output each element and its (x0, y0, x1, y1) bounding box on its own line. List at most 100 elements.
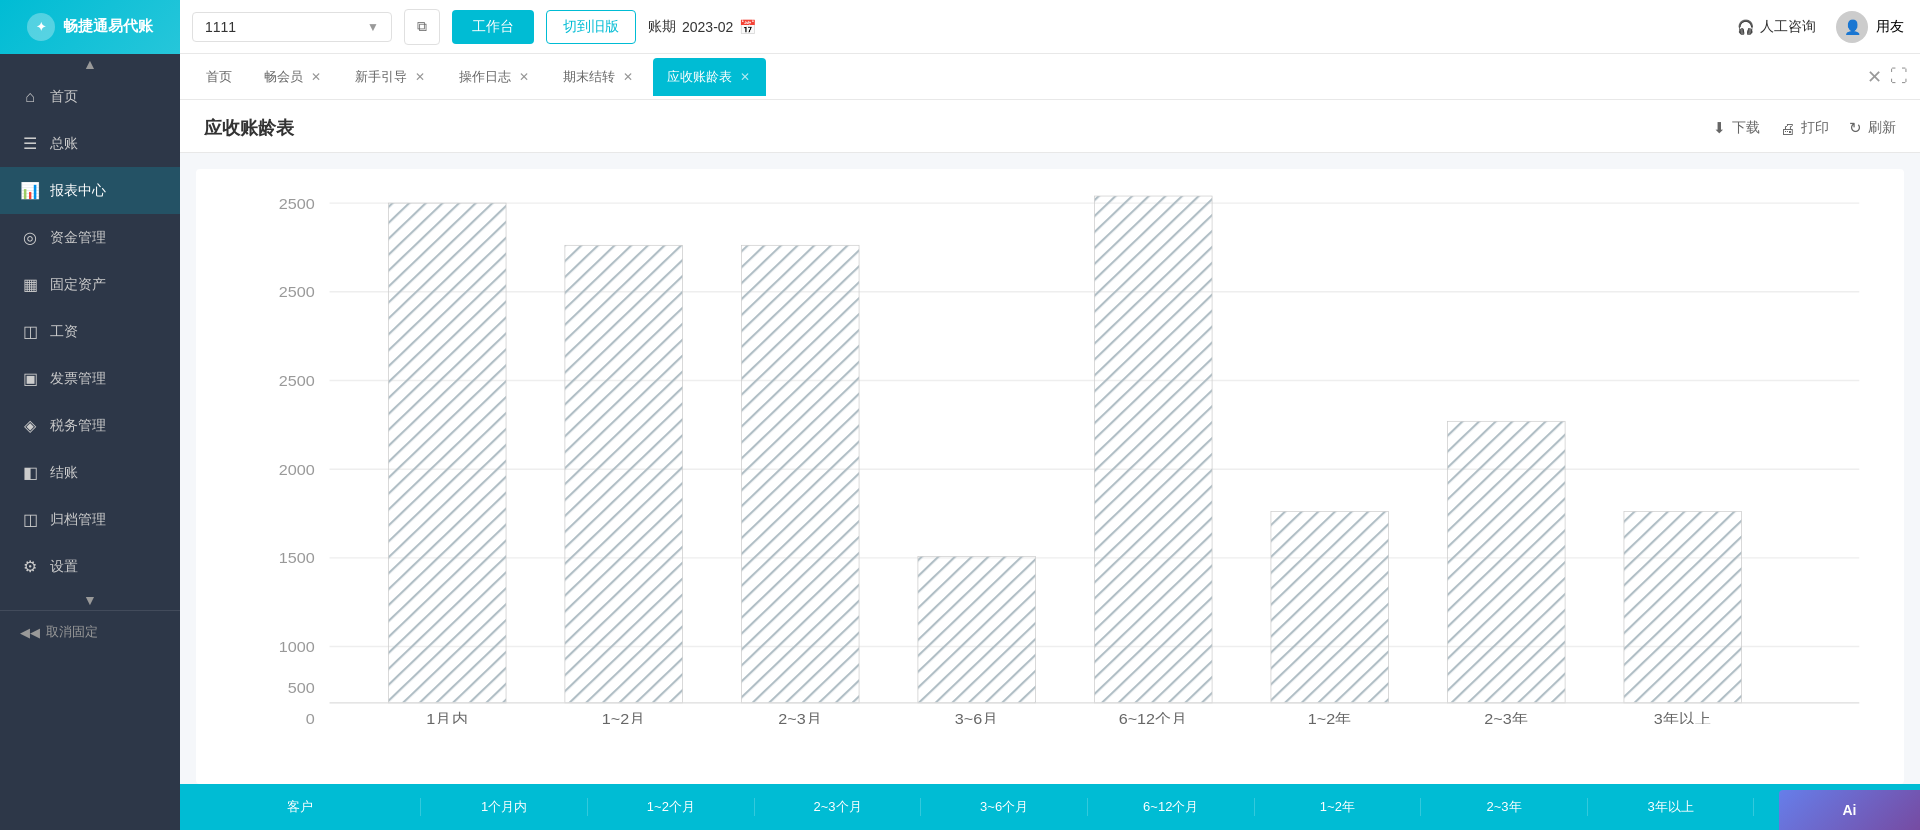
tab-member-close[interactable]: ✕ (309, 70, 323, 84)
switch-old-button[interactable]: 切到旧版 (546, 10, 636, 44)
period-value: 2023-02 (682, 19, 733, 35)
home-icon: ⌂ (20, 88, 40, 106)
settings-icon: ⚙ (20, 557, 40, 576)
workbench-button[interactable]: 工作台 (452, 10, 534, 44)
svg-rect-15 (388, 203, 506, 703)
svg-text:2~3月: 2~3月 (778, 710, 822, 724)
ai-label: Ai (1843, 802, 1857, 818)
sidebar-label-checkout: 结账 (50, 464, 78, 482)
sidebar-label-salary: 工资 (50, 323, 78, 341)
expand-button[interactable]: ⛶ (1890, 66, 1908, 87)
tab-guide-close[interactable]: ✕ (413, 70, 427, 84)
tab-home[interactable]: 首页 (192, 58, 246, 96)
tab-aging-label: 应收账龄表 (667, 68, 732, 86)
sidebar-scroll-down[interactable]: ▼ (0, 590, 180, 610)
user-area[interactable]: 👤 用友 (1836, 11, 1904, 43)
col-1month: 1个月内 (421, 798, 588, 816)
sidebar-scroll-up[interactable]: ▲ (0, 54, 180, 74)
tab-oplog-close[interactable]: ✕ (517, 70, 531, 84)
tabs-bar: 首页 畅会员 ✕ 新手引导 ✕ 操作日志 ✕ 期末结转 ✕ 应收账龄表 ✕ (180, 54, 1920, 100)
col-customer: 客户 (180, 798, 421, 816)
chart-container: 2500 2500 2500 2000 1500 1000 500 0 (196, 169, 1904, 784)
header-right: 🎧 人工咨询 👤 用友 (1737, 11, 1904, 43)
sidebar-label-settings: 设置 (50, 558, 78, 576)
svg-text:2500: 2500 (279, 372, 315, 389)
copy-button[interactable]: ⧉ (404, 9, 440, 45)
download-button[interactable]: ⬇ 下载 (1713, 119, 1760, 137)
tab-oplog-label: 操作日志 (459, 68, 511, 86)
print-label: 打印 (1801, 119, 1829, 137)
col-2-3years: 2~3年 (1421, 798, 1588, 816)
sidebar-item-checkout[interactable]: ◧ 结账 (0, 449, 180, 496)
sidebar-item-salary[interactable]: ◫ 工资 (0, 308, 180, 355)
sidebar-label-ledger: 总账 (50, 135, 78, 153)
print-button[interactable]: 🖨 打印 (1780, 119, 1829, 137)
svg-text:3~6月: 3~6月 (955, 710, 999, 724)
svg-text:2500: 2500 (279, 284, 315, 301)
svg-text:2~3年: 2~3年 (1484, 710, 1528, 724)
period-area: 账期 2023-02 📅 (648, 18, 756, 36)
refresh-icon: ↻ (1849, 119, 1862, 137)
svg-rect-20 (1271, 511, 1389, 702)
logo-text: 畅捷通易代账 (63, 17, 153, 36)
sidebar-item-assets[interactable]: ▦ 固定资产 (0, 261, 180, 308)
tab-oplog[interactable]: 操作日志 ✕ (445, 58, 545, 96)
svg-text:1000: 1000 (279, 639, 315, 656)
tab-member-label: 畅会员 (264, 68, 303, 86)
sidebar-label-reports: 报表中心 (50, 182, 106, 200)
table-header: 客户 1个月内 1~2个月 2~3个月 3~6个月 6~12个月 1~2年 2~… (180, 784, 1920, 830)
calendar-icon[interactable]: 📅 (739, 19, 756, 35)
tab-aging[interactable]: 应收账龄表 ✕ (653, 58, 766, 96)
main-layout: ▲ ⌂ 首页 ☰ 总账 📊 报表中心 ◎ 资金管理 ▦ 固定资产 ◫ 工资 ▣ … (0, 54, 1920, 830)
ai-bar[interactable]: Ai (1779, 790, 1920, 830)
ledger-icon: ☰ (20, 134, 40, 153)
logo-area: ✦ 畅捷通易代账 (0, 0, 180, 54)
col-6-12months: 6~12个月 (1088, 798, 1255, 816)
sidebar-item-settings[interactable]: ⚙ 设置 (0, 543, 180, 590)
svg-rect-21 (1447, 421, 1565, 703)
refresh-label: 刷新 (1868, 119, 1896, 137)
reports-icon: 📊 (20, 181, 40, 200)
checkout-icon: ◧ (20, 463, 40, 482)
tab-yearend-label: 期末结转 (563, 68, 615, 86)
avatar: 👤 (1836, 11, 1868, 43)
svg-rect-19 (1094, 196, 1212, 703)
page-title: 应收账龄表 (204, 116, 294, 140)
unpin-button[interactable]: ◀◀ 取消固定 (0, 610, 180, 653)
tab-yearend[interactable]: 期末结转 ✕ (549, 58, 649, 96)
page-content: 应收账龄表 ⬇ 下载 🖨 打印 ↻ 刷新 (180, 100, 1920, 830)
tab-guide[interactable]: 新手引导 ✕ (341, 58, 441, 96)
sidebar-label-archive: 归档管理 (50, 511, 106, 529)
tax-icon: ◈ (20, 416, 40, 435)
invoice-icon: ▣ (20, 369, 40, 388)
sidebar-item-ledger[interactable]: ☰ 总账 (0, 120, 180, 167)
tab-member[interactable]: 畅会员 ✕ (250, 58, 337, 96)
svg-text:6~12个月: 6~12个月 (1119, 710, 1188, 724)
tabs-actions: ✕ ⛶ (1867, 66, 1908, 88)
sidebar-item-funds[interactable]: ◎ 资金管理 (0, 214, 180, 261)
svg-text:2000: 2000 (279, 461, 315, 478)
tab-aging-close[interactable]: ✕ (738, 70, 752, 84)
sidebar-item-archive[interactable]: ◫ 归档管理 (0, 496, 180, 543)
consultation-label: 人工咨询 (1760, 18, 1816, 36)
sidebar-item-tax[interactable]: ◈ 税务管理 (0, 402, 180, 449)
page-header: 应收账龄表 ⬇ 下载 🖨 打印 ↻ 刷新 (180, 100, 1920, 153)
download-label: 下载 (1732, 119, 1760, 137)
svg-text:1月内: 1月内 (426, 710, 468, 724)
refresh-button[interactable]: ↻ 刷新 (1849, 119, 1896, 137)
download-icon: ⬇ (1713, 119, 1726, 137)
tab-yearend-close[interactable]: ✕ (621, 70, 635, 84)
sidebar-item-reports[interactable]: 📊 报表中心 (0, 167, 180, 214)
col-3plus-years: 3年以上 (1588, 798, 1755, 816)
period-label: 账期 (648, 18, 676, 36)
tab-guide-label: 新手引导 (355, 68, 407, 86)
col-1-2years: 1~2年 (1255, 798, 1422, 816)
col-2-3months: 2~3个月 (755, 798, 922, 816)
consultation-button[interactable]: 🎧 人工咨询 (1737, 18, 1816, 36)
sidebar-item-home[interactable]: ⌂ 首页 (0, 74, 180, 120)
sidebar-item-invoice[interactable]: ▣ 发票管理 (0, 355, 180, 402)
content-area: 首页 畅会员 ✕ 新手引导 ✕ 操作日志 ✕ 期末结转 ✕ 应收账龄表 ✕ (180, 54, 1920, 830)
svg-rect-22 (1624, 511, 1742, 702)
company-selector[interactable]: 1111 ▼ (192, 12, 392, 42)
close-all-tabs-button[interactable]: ✕ (1867, 66, 1882, 88)
